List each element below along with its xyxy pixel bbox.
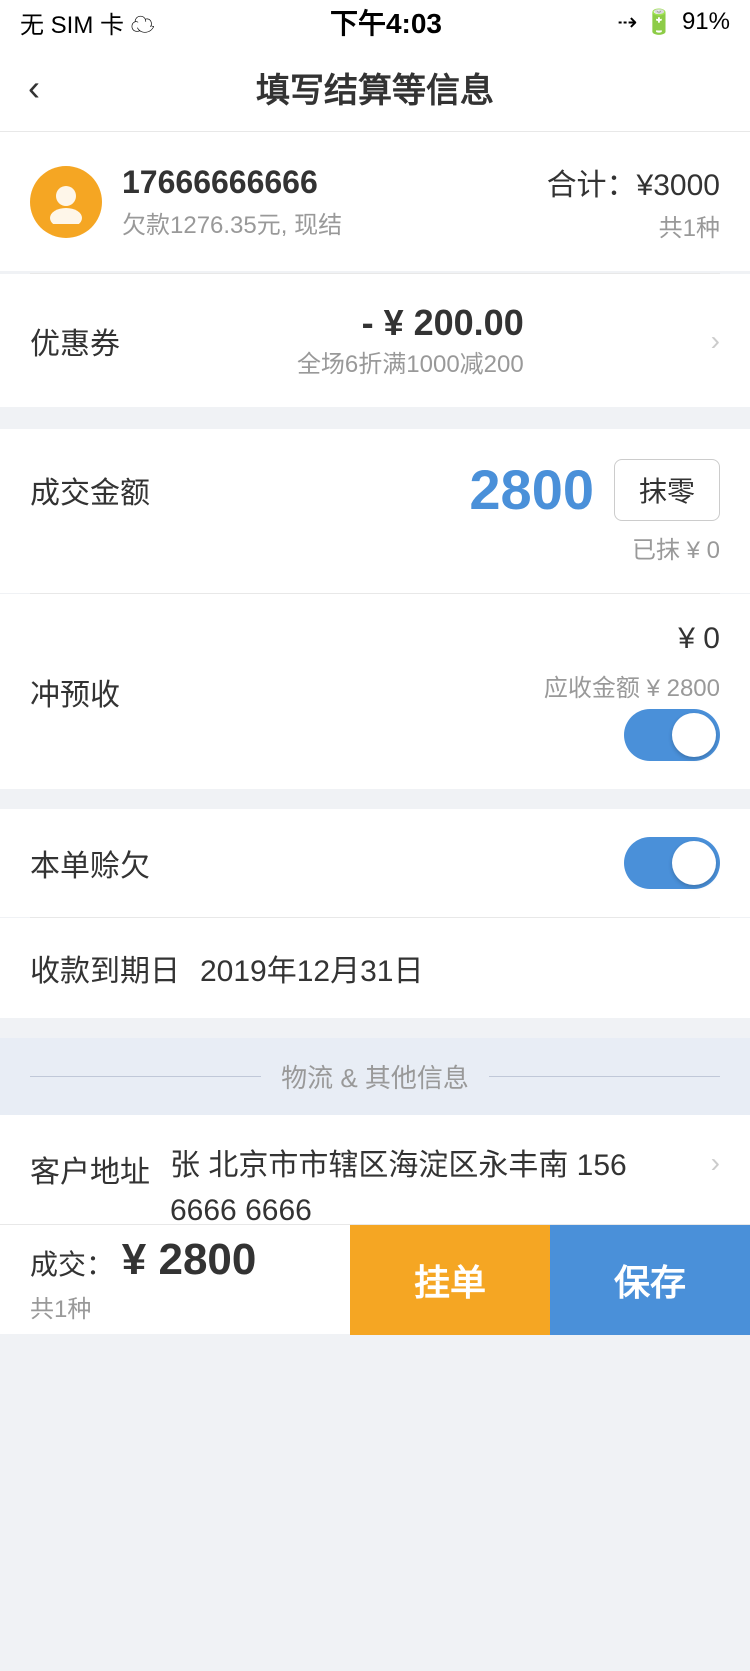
coupon-discount: - ¥ 200.00	[297, 302, 524, 344]
debt-right	[624, 837, 720, 889]
debt-label: 本单赊欠	[30, 841, 150, 885]
hold-button[interactable]: 挂单	[350, 1225, 550, 1335]
bottom-summary: 成交： ¥ 2800 共1种	[0, 1235, 350, 1324]
section-line-left	[30, 1076, 261, 1077]
coupon-row[interactable]: 优惠券 - ¥ 200.00 全场6折满1000减200 ›	[0, 274, 750, 407]
prepay-label: 冲预收	[30, 670, 120, 714]
customer-phone: 17666666666	[122, 164, 342, 201]
status-left: 无 SIM 卡 ☁	[20, 5, 155, 40]
address-chevron-icon: ›	[711, 1143, 720, 1179]
sim-status: 无 SIM 卡 ☁	[20, 5, 155, 40]
status-bar: 无 SIM 卡 ☁ 下午4:03 ⇢ 🔋 91%	[0, 0, 750, 44]
date-value: 2019年12月31日	[200, 946, 423, 990]
prepay-right: ¥ 0 应收金额 ¥ 2800	[544, 622, 720, 761]
amount-value: 2800	[469, 457, 594, 522]
customer-right: 合计：¥3000 共1种	[547, 160, 720, 243]
prepay-left: 冲预收	[30, 670, 120, 714]
prepay-toggle[interactable]	[624, 709, 720, 761]
coupon-label: 优惠券	[30, 319, 120, 363]
bottom-bar: 成交： ¥ 2800 共1种 挂单 保存	[0, 1224, 750, 1334]
debt-row: 本单赊欠	[0, 809, 750, 917]
section-line-right	[489, 1076, 720, 1077]
address-value: 张 北京市市辖区海淀区永丰南 156 6666 6666	[170, 1143, 691, 1233]
coupon-info: - ¥ 200.00 全场6折满1000减200	[297, 302, 524, 379]
page-title: 填写结算等信息	[256, 63, 494, 112]
divider-gray-1	[0, 409, 750, 429]
round-button[interactable]: 抹零	[614, 459, 720, 521]
date-row: 收款到期日 2019年12月31日	[0, 918, 750, 1018]
divider-gray-2	[0, 789, 750, 809]
amount-right: 2800 抹零	[469, 457, 720, 522]
order-count: 共1种	[547, 208, 720, 243]
divider-gray-3	[0, 1018, 750, 1038]
bottom-deal-amount: ¥ 2800	[122, 1235, 257, 1284]
debt-toggle-knob	[672, 841, 716, 885]
debt-left: 本单赊欠	[30, 841, 150, 885]
customer-sub: 欠款1276.35元, 现结	[122, 205, 342, 240]
avatar	[30, 166, 102, 238]
section-label-row: 物流 & 其他信息	[0, 1038, 750, 1115]
battery-icon: ⇢ 🔋	[617, 8, 674, 37]
customer-info: 17666666666 欠款1276.35元, 现结	[122, 164, 342, 240]
back-button[interactable]: ‹	[28, 67, 40, 109]
amount-label: 成交金额	[30, 468, 150, 512]
customer-card: 17666666666 欠款1276.35元, 现结 合计：¥3000 共1种	[0, 132, 750, 271]
nav-bar: ‹ 填写结算等信息	[0, 44, 750, 132]
bottom-spacer	[0, 1561, 750, 1671]
amount-row: 成交金额 2800 抹零	[30, 457, 720, 522]
prepay-row: 冲预收 ¥ 0 应收金额 ¥ 2800	[0, 594, 750, 789]
coupon-sub: 全场6折满1000减200	[297, 344, 524, 379]
chevron-right-icon: ›	[711, 325, 720, 357]
status-time: 下午4:03	[330, 2, 442, 42]
bottom-deal-row: 成交： ¥ 2800	[30, 1235, 320, 1285]
debt-toggle[interactable]	[624, 837, 720, 889]
toggle-knob	[672, 713, 716, 757]
bottom-deal-label: 成交：	[30, 1249, 114, 1280]
battery-percent: 91%	[682, 8, 730, 36]
save-button[interactable]: 保存	[550, 1225, 750, 1335]
address-label: 客户地址	[30, 1143, 150, 1191]
prepay-amount: ¥ 0	[678, 622, 720, 656]
amount-sub: 已抹 ¥ 0	[30, 530, 720, 565]
amount-section: 成交金额 2800 抹零 已抹 ¥ 0	[0, 429, 750, 593]
status-right: ⇢ 🔋 91%	[617, 8, 730, 37]
order-total: 合计：¥3000	[547, 160, 720, 204]
prepay-sub: 应收金额 ¥ 2800	[544, 668, 720, 703]
bottom-count: 共1种	[30, 1289, 320, 1324]
section-label: 物流 & 其他信息	[281, 1058, 469, 1095]
customer-left: 17666666666 欠款1276.35元, 现结	[30, 164, 342, 240]
date-label: 收款到期日	[30, 946, 180, 990]
